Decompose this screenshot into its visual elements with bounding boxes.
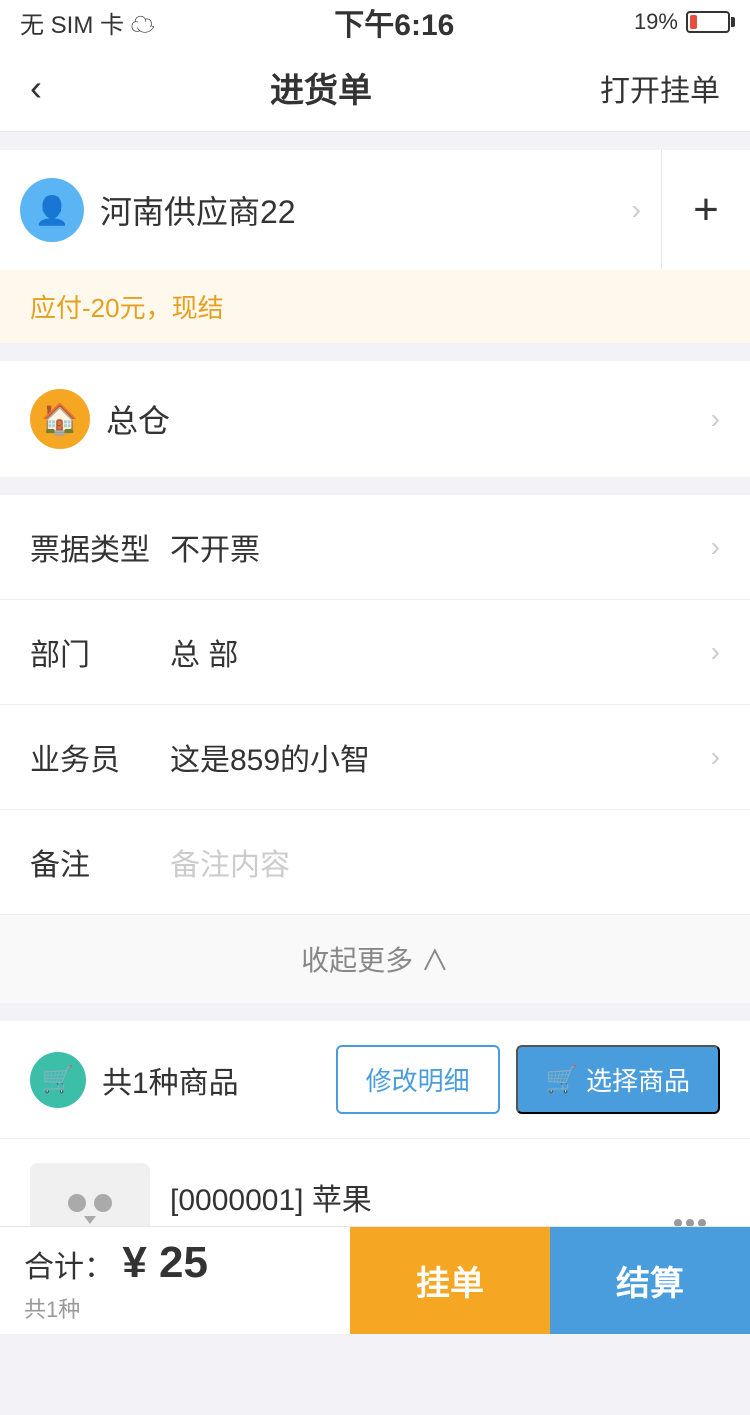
supplier-name: 河南供应商22 [100,187,616,233]
checkout-button[interactable]: 结算 [550,1227,750,1334]
chevron-right-icon-3: › [711,531,720,563]
add-supplier-button[interactable]: + [662,150,750,270]
battery-fill [690,15,697,29]
status-right: 19% [634,9,730,35]
product-title: 苹果 [312,1184,372,1217]
chevron-right-icon-5: › [711,741,720,773]
remark-label: 备注 [30,840,170,884]
owl-eyes [68,1194,112,1212]
ticket-type-row[interactable]: 票据类型 不开票 › [0,495,750,600]
product-count-label: 共1种商品 [102,1058,320,1102]
sim-label: 无 SIM 卡 ☁ [20,5,155,40]
dept-label: 部门 [30,630,170,674]
divider-1 [0,132,750,150]
status-left: 无 SIM 卡 ☁ [20,5,155,40]
owl-eye-left [68,1194,86,1212]
ticket-type-label: 票据类型 [30,525,170,569]
battery-percent: 19% [634,9,678,35]
dept-row[interactable]: 部门 总 部 › [0,600,750,705]
ticket-type-value: 不开票 [170,525,711,569]
product-header: 🛒 共1种商品 修改明细 🛒 选择商品 [0,1021,750,1139]
supplier-selector[interactable]: 👤 河南供应商22 › [0,150,662,270]
warehouse-selector[interactable]: 🏠 总仓 › [0,361,750,477]
nav-bar: ‹ 进货单 打开挂单 [0,44,750,132]
product-code: [0000001] [170,1184,303,1217]
select-product-icon: 🛒 [546,1064,578,1095]
salesperson-row[interactable]: 业务员 这是859的小智 › [0,705,750,810]
total-row: 合计： ¥ 25 [24,1238,326,1288]
supplier-avatar: 👤 [20,178,84,242]
product-name: [0000001] 苹果 [170,1175,640,1219]
back-button[interactable]: ‹ [30,67,42,109]
owl-beak [84,1216,96,1224]
total-amount: ¥ 25 [122,1238,208,1287]
battery-icon [686,11,730,33]
avatar-icon: 👤 [35,194,70,227]
select-product-label: 选择商品 [586,1061,690,1098]
collapse-button[interactable]: 收起更多 ∧ [0,914,750,1003]
warehouse-name: 总仓 [106,396,695,442]
warehouse-icon: 🏠 [30,389,90,449]
status-bar: 无 SIM 卡 ☁ 下午6:16 19% [0,0,750,44]
total-sub: 共1种 [24,1292,326,1324]
supplier-section: 👤 河南供应商22 › + [0,150,750,270]
chevron-right-icon: › [632,194,641,226]
total-label: 合计： [24,1251,114,1284]
select-product-button[interactable]: 🛒 选择商品 [516,1045,720,1114]
remark-row[interactable]: 备注 备注内容 [0,810,750,914]
salesperson-label: 业务员 [30,735,170,779]
remark-input[interactable]: 备注内容 [170,840,720,884]
chevron-right-icon-2: › [711,403,720,435]
total-section: 合计： ¥ 25 共1种 [0,1227,350,1334]
modify-detail-button[interactable]: 修改明细 [336,1045,500,1114]
open-hang-button[interactable]: 打开挂单 [600,66,720,110]
form-section: 票据类型 不开票 › 部门 总 部 › 业务员 这是859的小智 › 备注 备注… [0,495,750,914]
chevron-right-icon-4: › [711,636,720,668]
owl-eye-right [94,1194,112,1212]
product-bag-icon: 🛒 [30,1052,86,1108]
bottom-bar: 合计： ¥ 25 共1种 挂单 结算 [0,1226,750,1334]
status-time: 下午6:16 [334,0,454,44]
warning-banner: 应付-20元，现结 [0,270,750,343]
hang-button[interactable]: 挂单 [350,1227,550,1334]
dept-value: 总 部 [170,630,711,674]
page-title: 进货单 [270,63,372,112]
salesperson-value: 这是859的小智 [170,735,711,779]
